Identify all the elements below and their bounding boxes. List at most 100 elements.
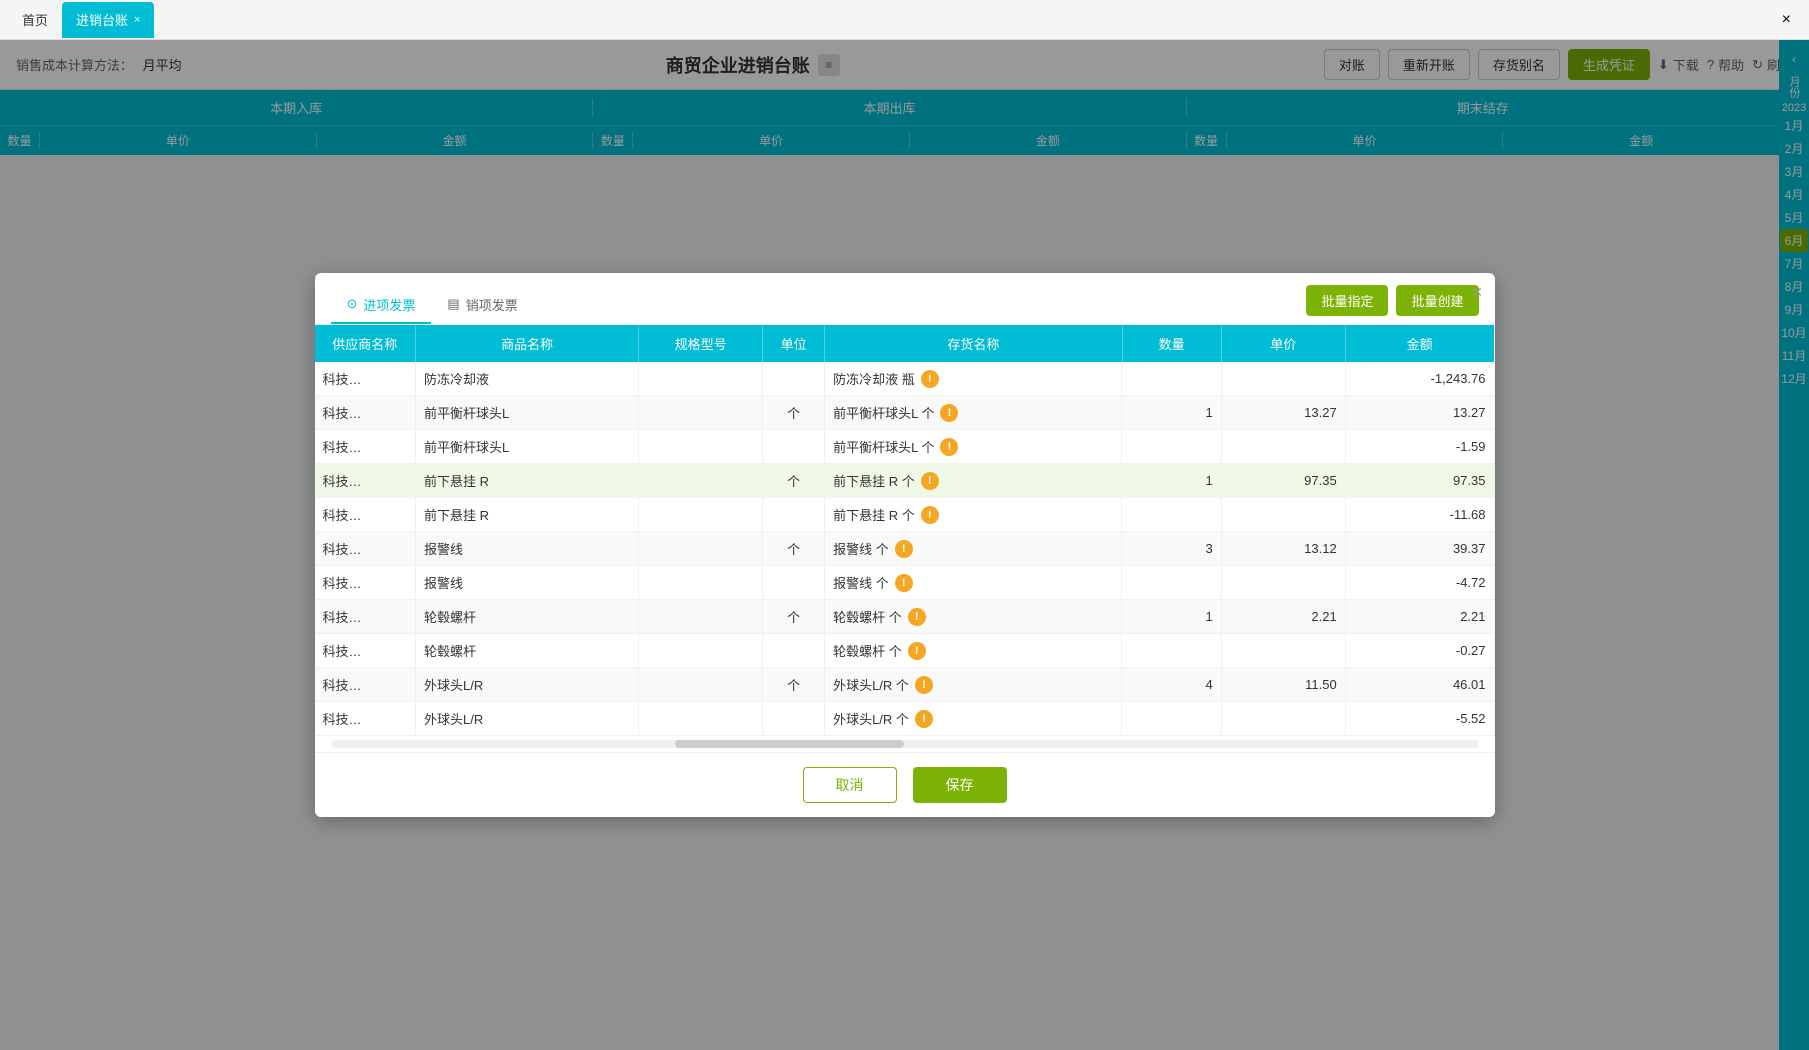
table-cell — [1221, 430, 1345, 464]
tab-purchase-ledger[interactable]: 进销台账 × — [62, 2, 154, 38]
table-cell: 前平衡杆球头L — [416, 430, 639, 464]
table-row: 科技…防冻冷却液 防冻冷却液 瓶! -1,243.76 — [315, 362, 1495, 396]
warning-icon: ! — [908, 642, 926, 660]
warning-icon: ! — [908, 608, 926, 626]
table-cell: 个 — [763, 464, 825, 498]
table-cell: 轮毂螺杆 个! — [825, 634, 1122, 667]
table-cell — [1122, 362, 1221, 396]
table-cell: 防冻冷却液 瓶! — [825, 362, 1122, 395]
table-cell: 46.01 — [1345, 668, 1494, 702]
table-cell: -1.59 — [1345, 430, 1494, 464]
table-cell: 防冻冷却液 — [416, 362, 639, 396]
table-cell: 轮毂螺杆 个! — [825, 600, 1122, 633]
table-cell — [1122, 430, 1221, 464]
modal-close-button[interactable]: × — [1472, 283, 1483, 301]
table-cell — [1122, 634, 1221, 668]
batch-assign-button[interactable]: 批量指定 — [1306, 285, 1388, 316]
modal-scrollbar-thumb — [675, 740, 905, 748]
table-cell: 前下悬挂 R — [416, 464, 639, 498]
table-cell: 13.27 — [1345, 396, 1494, 430]
table-cell — [639, 600, 763, 634]
table-cell: 报警线 个! — [825, 566, 1122, 599]
table-row: 科技…报警线报警线 个!-4.72 — [315, 566, 1495, 600]
warning-icon: ! — [921, 370, 939, 388]
modal-dialog: ⊙ 进项发票 ▤ 销项发票 批量指定 批量创建 × 供应 — [315, 273, 1495, 817]
table-row: 科技…前下悬挂 R前下悬挂 R 个!-11.68 — [315, 498, 1495, 532]
table-cell: 科技… — [315, 396, 416, 430]
table-cell: 39.37 — [1345, 532, 1494, 566]
tab-home-label: 首页 — [22, 10, 48, 29]
table-cell: 个 — [763, 668, 825, 702]
cancel-button[interactable]: 取消 — [803, 767, 897, 803]
table-cell: 前平衡杆球头L 个! — [825, 396, 1122, 429]
table-row: 科技…前平衡杆球头L 前平衡杆球头L 个! -1.59 — [315, 430, 1495, 464]
table-cell: 97.35 — [1221, 464, 1345, 498]
window-close-button[interactable]: × — [1772, 7, 1801, 33]
table-cell — [639, 532, 763, 566]
table-cell: 4 — [1122, 668, 1221, 702]
table-cell — [1122, 566, 1221, 600]
top-bar: 首页 进销台账 × × — [0, 0, 1809, 40]
table-row: 科技…轮毂螺杆个轮毂螺杆 个!12.212.21 — [315, 600, 1495, 634]
tab-home[interactable]: 首页 — [8, 2, 62, 38]
save-button[interactable]: 保存 — [913, 767, 1007, 803]
table-cell — [639, 498, 763, 532]
table-cell: 科技… — [315, 668, 416, 702]
table-cell — [639, 464, 763, 498]
table-cell: 科技… — [315, 600, 416, 634]
table-cell — [763, 362, 825, 396]
table-cell: 2.21 — [1345, 600, 1494, 634]
col-header-supplier: 供应商名称 — [315, 325, 416, 362]
table-cell: 轮毂螺杆 — [416, 600, 639, 634]
col-header-amount: 金额 — [1345, 325, 1494, 362]
table-cell — [1122, 702, 1221, 736]
modal-header-actions: 批量指定 批量创建 — [1306, 285, 1478, 324]
table-cell: 外球头L/R — [416, 702, 639, 736]
table-cell — [763, 498, 825, 532]
invoice-table: 供应商名称 商品名称 规格型号 单位 存货名称 数量 单价 金额 科技…防冻冷却… — [315, 325, 1495, 736]
table-cell: 13.27 — [1221, 396, 1345, 430]
table-cell: 个 — [763, 396, 825, 430]
table-cell — [639, 566, 763, 600]
tab-purchase-invoice[interactable]: ⊙ 进项发票 — [331, 287, 432, 324]
table-cell — [639, 634, 763, 668]
table-cell — [639, 362, 763, 396]
table-row: 科技…外球头L/R个外球头L/R 个!411.5046.01 — [315, 668, 1495, 702]
warning-icon: ! — [895, 574, 913, 592]
table-cell: -1,243.76 — [1345, 362, 1494, 396]
table-cell: 前下悬挂 R 个! — [825, 464, 1122, 497]
col-header-stock-name: 存货名称 — [825, 325, 1123, 362]
modal-scrollbar[interactable] — [331, 740, 1479, 748]
table-cell: 3 — [1122, 532, 1221, 566]
table-cell: -0.27 — [1345, 634, 1494, 668]
table-cell: 科技… — [315, 362, 416, 396]
warning-icon: ! — [895, 540, 913, 558]
table-cell: 1 — [1122, 600, 1221, 634]
tab-sales-invoice[interactable]: ▤ 销项发票 — [431, 287, 533, 324]
tab-close-icon[interactable]: × — [134, 14, 140, 26]
modal-table-wrapper[interactable]: 供应商名称 商品名称 规格型号 单位 存货名称 数量 单价 金额 科技…防冻冷却… — [315, 325, 1495, 736]
table-cell — [639, 668, 763, 702]
table-cell: 报警线 — [416, 532, 639, 566]
table-cell: 个 — [763, 600, 825, 634]
batch-create-button[interactable]: 批量创建 — [1396, 285, 1478, 316]
table-cell: 科技… — [315, 532, 416, 566]
table-row: 科技…前下悬挂 R个前下悬挂 R 个!197.3597.35 — [315, 464, 1495, 498]
table-cell: 前平衡杆球头L 个! — [825, 430, 1122, 463]
modal-overlay: ⊙ 进项发票 ▤ 销项发票 批量指定 批量创建 × 供应 — [0, 40, 1809, 1050]
table-cell: 2.21 — [1221, 600, 1345, 634]
table-cell — [639, 396, 763, 430]
warning-icon: ! — [915, 676, 933, 694]
table-cell: -5.52 — [1345, 702, 1494, 736]
table-row: 科技…报警线个报警线 个!313.1239.37 — [315, 532, 1495, 566]
table-cell: 前下悬挂 R — [416, 498, 639, 532]
warning-icon: ! — [921, 472, 939, 490]
table-cell: 科技… — [315, 430, 416, 464]
table-cell — [763, 702, 825, 736]
modal-header: ⊙ 进项发票 ▤ 销项发票 批量指定 批量创建 × — [315, 273, 1495, 325]
table-cell: 轮毂螺杆 — [416, 634, 639, 668]
table-cell — [1122, 498, 1221, 532]
table-cell: 外球头L/R 个! — [825, 668, 1122, 701]
table-cell — [1221, 566, 1345, 600]
table-cell: 1 — [1122, 464, 1221, 498]
